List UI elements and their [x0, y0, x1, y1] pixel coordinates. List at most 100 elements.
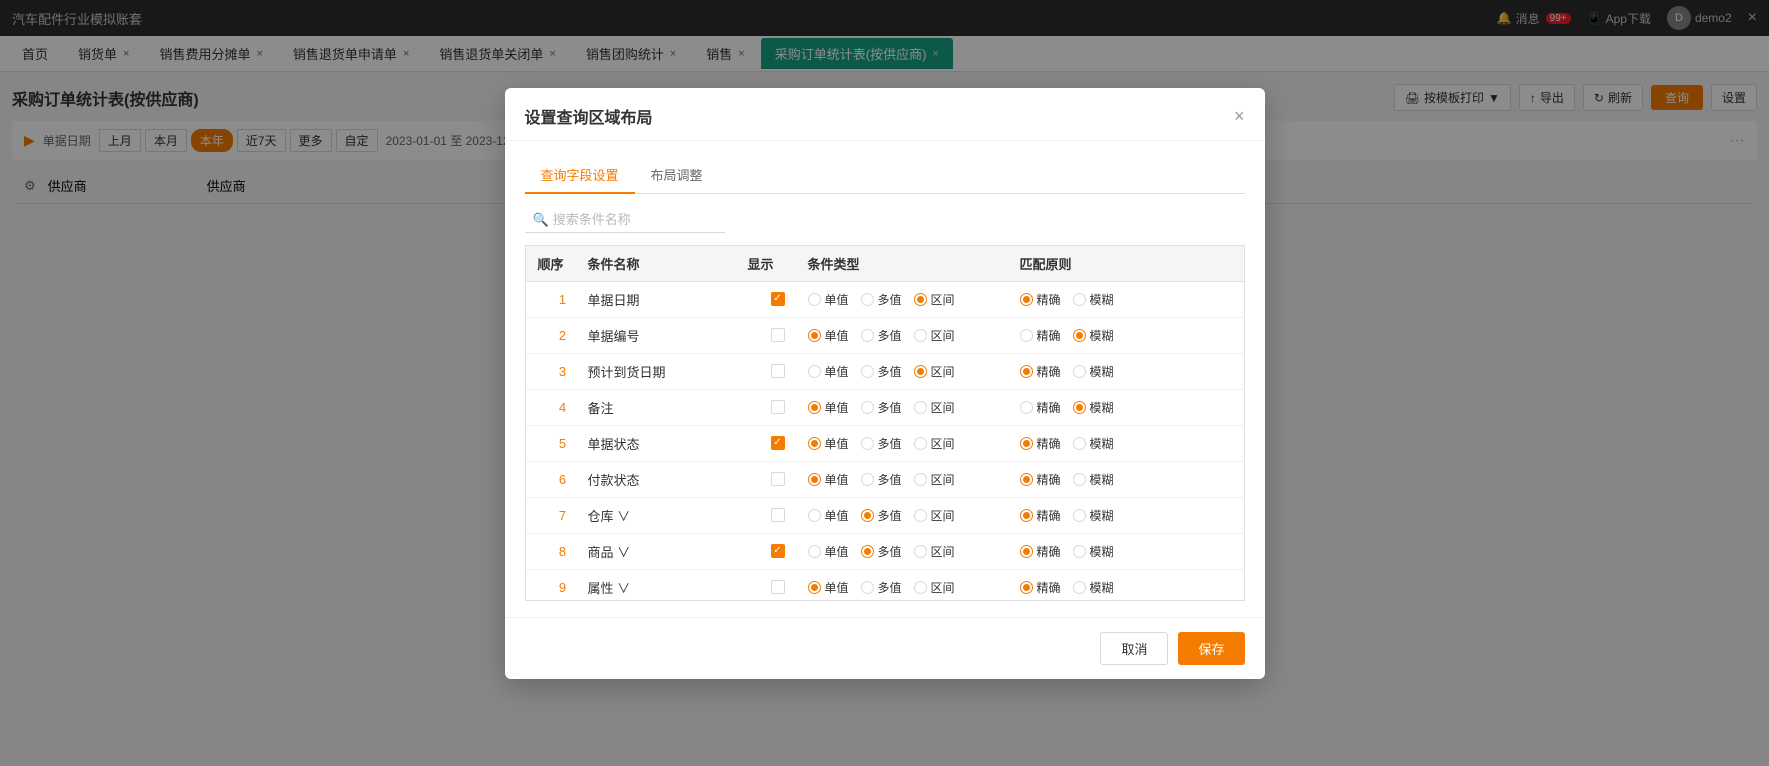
save-button[interactable]: 保存	[1178, 632, 1244, 665]
type-radio-item[interactable]: 区间	[914, 471, 955, 488]
type-radio-item[interactable]: 区间	[914, 291, 955, 308]
radio-circle	[914, 545, 927, 558]
type-radio-item[interactable]: 单值	[808, 579, 849, 596]
match-radio-item[interactable]: 精确	[1020, 435, 1061, 452]
row-order: 1	[538, 292, 588, 307]
radio-circle	[914, 329, 927, 342]
modal-close-button[interactable]: ×	[1234, 107, 1245, 125]
row-name: 单据状态	[588, 434, 748, 453]
display-checkbox[interactable]	[771, 508, 785, 522]
display-checkbox[interactable]	[771, 364, 785, 378]
header-name: 条件名称	[588, 254, 748, 273]
radio-circle	[861, 329, 874, 342]
modal-header: 设置查询区域布局 ×	[505, 88, 1265, 141]
display-checkbox[interactable]	[771, 292, 785, 306]
match-radio-item[interactable]: 模糊	[1073, 435, 1114, 452]
display-checkbox[interactable]	[771, 328, 785, 342]
type-radio-item[interactable]: 单值	[808, 327, 849, 344]
type-radio-group: 单值多值区间	[808, 435, 1020, 452]
match-radio-item[interactable]: 精确	[1020, 327, 1061, 344]
type-radio-item[interactable]: 区间	[914, 543, 955, 560]
radio-circle	[1073, 545, 1086, 558]
type-radio-item[interactable]: 多值	[861, 507, 902, 524]
type-radio-item[interactable]: 多值	[861, 399, 902, 416]
tab-layout-adjust[interactable]: 布局调整	[635, 157, 719, 194]
type-radio-item[interactable]: 区间	[914, 327, 955, 344]
modal-footer: 取消 保存	[505, 617, 1265, 679]
display-checkbox[interactable]	[771, 580, 785, 594]
radio-circle	[1020, 401, 1033, 414]
type-radio-group: 单值多值区间	[808, 543, 1020, 560]
row-name: 商品 ∨	[588, 542, 748, 561]
row-display-cell	[748, 544, 808, 558]
type-radio-item[interactable]: 区间	[914, 507, 955, 524]
display-checkbox[interactable]	[771, 436, 785, 450]
match-radio-item[interactable]: 精确	[1020, 399, 1061, 416]
type-radio-item[interactable]: 多值	[861, 327, 902, 344]
modal-title: 设置查询区域布局	[525, 104, 653, 128]
settings-table: 顺序 条件名称 显示 条件类型 匹配原则 1单据日期单值多值区间精确模糊2单据编…	[525, 245, 1245, 601]
match-radio-group: 精确模糊	[1020, 399, 1232, 416]
radio-circle	[861, 545, 874, 558]
type-radio-item[interactable]: 单值	[808, 363, 849, 380]
search-input[interactable]	[553, 212, 703, 227]
radio-circle	[808, 545, 821, 558]
type-radio-item[interactable]: 区间	[914, 435, 955, 452]
row-name: 付款状态	[588, 470, 748, 489]
display-checkbox[interactable]	[771, 472, 785, 486]
type-radio-item[interactable]: 多值	[861, 471, 902, 488]
radio-circle	[1020, 545, 1033, 558]
type-radio-item[interactable]: 单值	[808, 543, 849, 560]
type-radio-item[interactable]: 单值	[808, 471, 849, 488]
tab-layout-adjust-label: 布局调整	[651, 168, 703, 183]
match-radio-item[interactable]: 模糊	[1073, 291, 1114, 308]
match-radio-item[interactable]: 模糊	[1073, 399, 1114, 416]
type-radio-item[interactable]: 单值	[808, 291, 849, 308]
type-radio-item[interactable]: 单值	[808, 435, 849, 452]
row-name: 属性 ∨	[588, 578, 748, 597]
display-checkbox[interactable]	[771, 544, 785, 558]
match-radio-item[interactable]: 精确	[1020, 471, 1061, 488]
table-row: 9属性 ∨单值多值区间精确模糊	[526, 570, 1244, 601]
radio-circle	[808, 509, 821, 522]
match-radio-item[interactable]: 精确	[1020, 291, 1061, 308]
type-radio-item[interactable]: 多值	[861, 543, 902, 560]
settings-table-body: 1单据日期单值多值区间精确模糊2单据编号单值多值区间精确模糊3预计到货日期单值多…	[525, 281, 1245, 601]
table-row: 8商品 ∨单值多值区间精确模糊	[526, 534, 1244, 570]
radio-circle	[861, 365, 874, 378]
radio-circle	[1020, 437, 1033, 450]
type-radio-group: 单值多值区间	[808, 291, 1020, 308]
modal-search: 🔍	[525, 208, 725, 233]
match-radio-item[interactable]: 模糊	[1073, 327, 1114, 344]
match-radio-item[interactable]: 模糊	[1073, 471, 1114, 488]
type-radio-item[interactable]: 单值	[808, 399, 849, 416]
match-radio-item[interactable]: 精确	[1020, 507, 1061, 524]
table-row: 7仓库 ∨单值多值区间精确模糊	[526, 498, 1244, 534]
row-order: 2	[538, 328, 588, 343]
type-radio-item[interactable]: 单值	[808, 507, 849, 524]
tab-query-fields-label: 查询字段设置	[541, 168, 619, 183]
type-radio-group: 单值多值区间	[808, 471, 1020, 488]
match-radio-item[interactable]: 模糊	[1073, 507, 1114, 524]
type-radio-item[interactable]: 多值	[861, 363, 902, 380]
type-radio-item[interactable]: 区间	[914, 579, 955, 596]
type-radio-item[interactable]: 区间	[914, 399, 955, 416]
match-radio-item[interactable]: 精确	[1020, 579, 1061, 596]
match-radio-item[interactable]: 模糊	[1073, 543, 1114, 560]
type-radio-group: 单值多值区间	[808, 507, 1020, 524]
cancel-button[interactable]: 取消	[1100, 632, 1168, 665]
row-display-cell	[748, 508, 808, 522]
type-radio-group: 单值多值区间	[808, 363, 1020, 380]
tab-query-fields[interactable]: 查询字段设置	[525, 157, 635, 194]
radio-circle	[1073, 437, 1086, 450]
type-radio-item[interactable]: 多值	[861, 579, 902, 596]
match-radio-item[interactable]: 模糊	[1073, 363, 1114, 380]
type-radio-item[interactable]: 多值	[861, 435, 902, 452]
type-radio-item[interactable]: 多值	[861, 291, 902, 308]
type-radio-group: 单值多值区间	[808, 399, 1020, 416]
match-radio-item[interactable]: 精确	[1020, 543, 1061, 560]
type-radio-item[interactable]: 区间	[914, 363, 955, 380]
match-radio-item[interactable]: 模糊	[1073, 579, 1114, 596]
display-checkbox[interactable]	[771, 400, 785, 414]
match-radio-item[interactable]: 精确	[1020, 363, 1061, 380]
